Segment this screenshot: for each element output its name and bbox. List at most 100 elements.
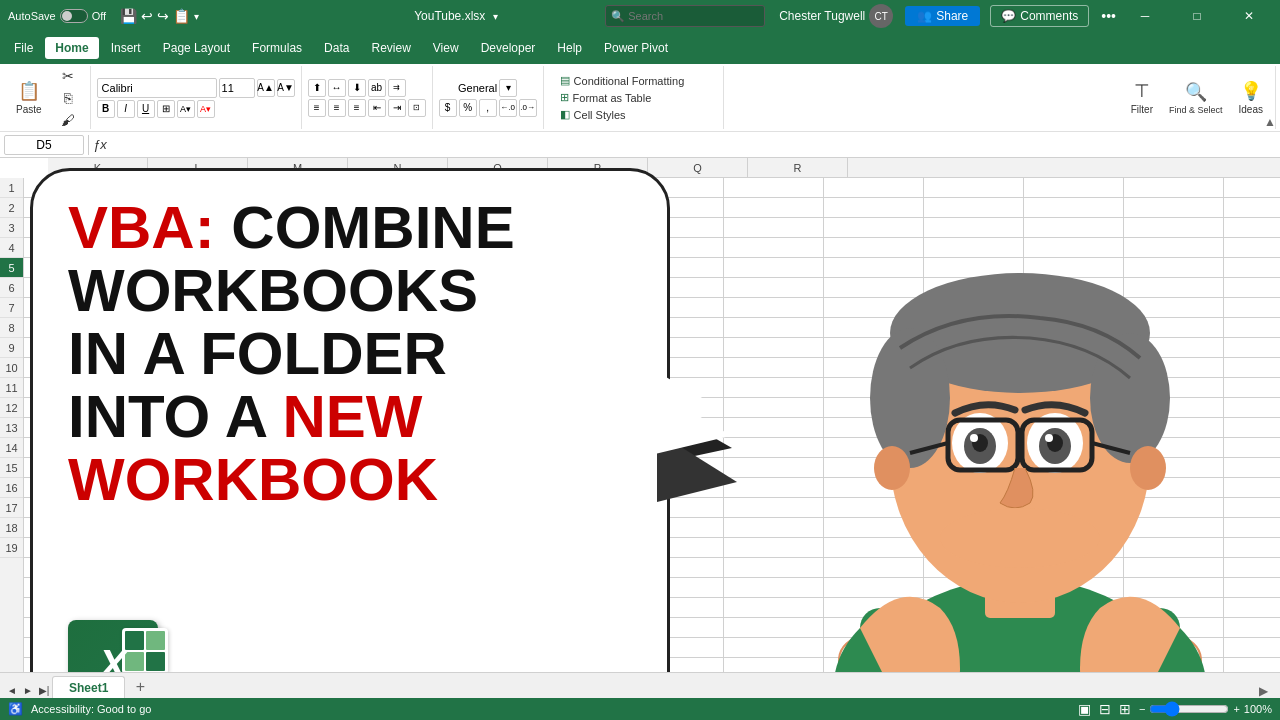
page-layout-view-icon[interactable]: ⊟ <box>1099 701 1111 717</box>
menu-formulas[interactable]: Formulas <box>242 37 312 59</box>
tab-scroll-end-button[interactable]: ▶| <box>36 682 52 698</box>
ear-left <box>874 446 910 490</box>
new-sheet-icon[interactable]: 📋 <box>173 8 190 24</box>
font-color-button[interactable]: A▾ <box>197 100 215 118</box>
comments-label: Comments <box>1020 9 1078 23</box>
row-14: 14 <box>0 438 23 458</box>
decrease-decimal-button[interactable]: ←.0 <box>499 99 517 117</box>
character-svg <box>760 158 1280 672</box>
comments-icon: 💬 <box>1001 9 1016 23</box>
comments-button[interactable]: 💬 Comments <box>990 5 1089 27</box>
align-top-button[interactable]: ⬆ <box>308 79 326 97</box>
menu-power-pivot[interactable]: Power Pivot <box>594 37 678 59</box>
grid-cell-4 <box>146 652 165 671</box>
italic-button[interactable]: I <box>117 100 135 118</box>
ribbon-collapse-button[interactable]: ▲ <box>1264 115 1276 129</box>
menu-home[interactable]: Home <box>45 37 98 59</box>
title-center: YouTube.xlsx ▾ <box>307 9 606 23</box>
ideas-button[interactable]: 💡 Ideas <box>1233 76 1269 119</box>
orientation-button[interactable]: ab <box>368 79 386 97</box>
fill-color-button[interactable]: A▾ <box>177 100 195 118</box>
row-19: 19 <box>0 538 23 558</box>
find-select-button[interactable]: 🔍 Find & Select <box>1163 77 1229 119</box>
decrease-indent-button[interactable]: ⇤ <box>368 99 386 117</box>
comma-button[interactable]: , <box>479 99 497 117</box>
percent-button[interactable]: % <box>459 99 477 117</box>
increase-indent-button[interactable]: ⇥ <box>388 99 406 117</box>
ideas-label: Ideas <box>1239 104 1263 115</box>
formula-input[interactable] <box>111 138 1276 152</box>
align-bottom-button[interactable]: ⬇ <box>348 79 366 97</box>
font-size-input[interactable] <box>219 78 255 98</box>
dropdown-chevron-icon[interactable]: ▾ <box>493 11 498 22</box>
redo-icon[interactable]: ↪ <box>157 8 169 24</box>
conditional-formatting-button[interactable]: ▤ Conditional Formatting <box>556 73 689 88</box>
menu-page-layout[interactable]: Page Layout <box>153 37 240 59</box>
save-icon[interactable]: 💾 <box>120 8 137 24</box>
row-17: 17 <box>0 498 23 518</box>
cell-styles-button[interactable]: ◧ Cell Styles <box>556 107 689 122</box>
align-left-button[interactable]: ≡ <box>308 99 326 117</box>
number-format-dropdown[interactable]: ▾ <box>499 79 517 97</box>
increase-font-button[interactable]: A▲ <box>257 79 275 97</box>
menu-data[interactable]: Data <box>314 37 359 59</box>
font-name-input[interactable] <box>97 78 217 98</box>
border-button[interactable]: ⊞ <box>157 100 175 118</box>
autosave-toggle[interactable] <box>60 9 88 23</box>
dropdown-icon[interactable]: ▾ <box>194 11 199 22</box>
tab-scroll-right-button[interactable]: ► <box>20 682 36 698</box>
zoom-in-icon[interactable]: + <box>1233 703 1239 715</box>
menu-view[interactable]: View <box>423 37 469 59</box>
menu-insert[interactable]: Insert <box>101 37 151 59</box>
minimize-button[interactable]: ─ <box>1122 0 1168 32</box>
merge-center-button[interactable]: ⊡ <box>408 99 426 117</box>
grid-cell-3 <box>125 652 144 671</box>
menu-review[interactable]: Review <box>361 37 420 59</box>
search-icon: 🔍 <box>611 10 625 23</box>
main-area: 1 2 3 4 5 6 7 8 9 10 11 12 13 14 15 16 1… <box>0 158 1280 672</box>
overflow-menu-button[interactable]: ••• <box>1101 8 1116 24</box>
scroll-right-icon[interactable]: ▶ <box>1259 684 1268 698</box>
increase-decimal-button[interactable]: .0→ <box>519 99 537 117</box>
excel-grid-icon <box>122 628 168 672</box>
title-search-input[interactable] <box>605 5 765 27</box>
underline-button[interactable]: U <box>137 100 155 118</box>
maximize-button[interactable]: □ <box>1174 0 1220 32</box>
share-button[interactable]: 👥 Share <box>905 6 980 26</box>
menu-file[interactable]: File <box>4 37 43 59</box>
page-break-view-icon[interactable]: ⊞ <box>1119 701 1131 717</box>
wrap-text-button[interactable]: ⇉ <box>388 79 406 97</box>
close-button[interactable]: ✕ <box>1226 0 1272 32</box>
tab-scroll-left-button[interactable]: ◄ <box>4 682 20 698</box>
row-2: 2 <box>0 198 23 218</box>
format-painter-button[interactable]: 🖌 <box>52 110 84 130</box>
currency-button[interactable]: $ <box>439 99 457 117</box>
ribbon-toolbar: 📋 Paste ✂ ⎘ 🖌 A▲ A▼ B I U ⊞ A▾ A▾ <box>0 64 1280 132</box>
sheet1-tab[interactable]: Sheet1 <box>52 676 125 698</box>
row-5: 5 <box>0 258 23 278</box>
tabs-bar: ◄ ► ▶| Sheet1 + ▶ <box>0 672 1280 698</box>
styles-options: ▤ Conditional Formatting ⊞ Format as Tab… <box>550 71 695 124</box>
decrease-font-button[interactable]: A▼ <box>277 79 295 97</box>
menu-developer[interactable]: Developer <box>471 37 546 59</box>
align-center-button[interactable]: ≡ <box>328 99 346 117</box>
paste-button[interactable]: 📋 Paste <box>10 76 48 119</box>
bold-button[interactable]: B <box>97 100 115 118</box>
filter-button[interactable]: ⊤ Filter <box>1125 76 1159 119</box>
sheet1-label: Sheet1 <box>69 681 108 695</box>
undo-icon[interactable]: ↩ <box>141 8 153 24</box>
format-as-table-button[interactable]: ⊞ Format as Table <box>556 90 689 105</box>
styles-group: ▤ Conditional Formatting ⊞ Format as Tab… <box>544 66 724 129</box>
excel-logo: X <box>68 620 158 672</box>
cut-button[interactable]: ✂ <box>52 66 84 86</box>
add-sheet-button[interactable]: + <box>129 676 151 698</box>
menu-help[interactable]: Help <box>547 37 592 59</box>
file-name: YouTube.xlsx <box>414 9 485 23</box>
align-right-button[interactable]: ≡ <box>348 99 366 117</box>
cell-reference-input[interactable] <box>4 135 84 155</box>
align-middle-button[interactable]: ↔ <box>328 79 346 97</box>
normal-view-icon[interactable]: ▣ <box>1078 701 1091 717</box>
zoom-out-icon[interactable]: − <box>1139 703 1145 715</box>
copy-button[interactable]: ⎘ <box>52 88 84 108</box>
zoom-slider[interactable] <box>1149 701 1229 717</box>
